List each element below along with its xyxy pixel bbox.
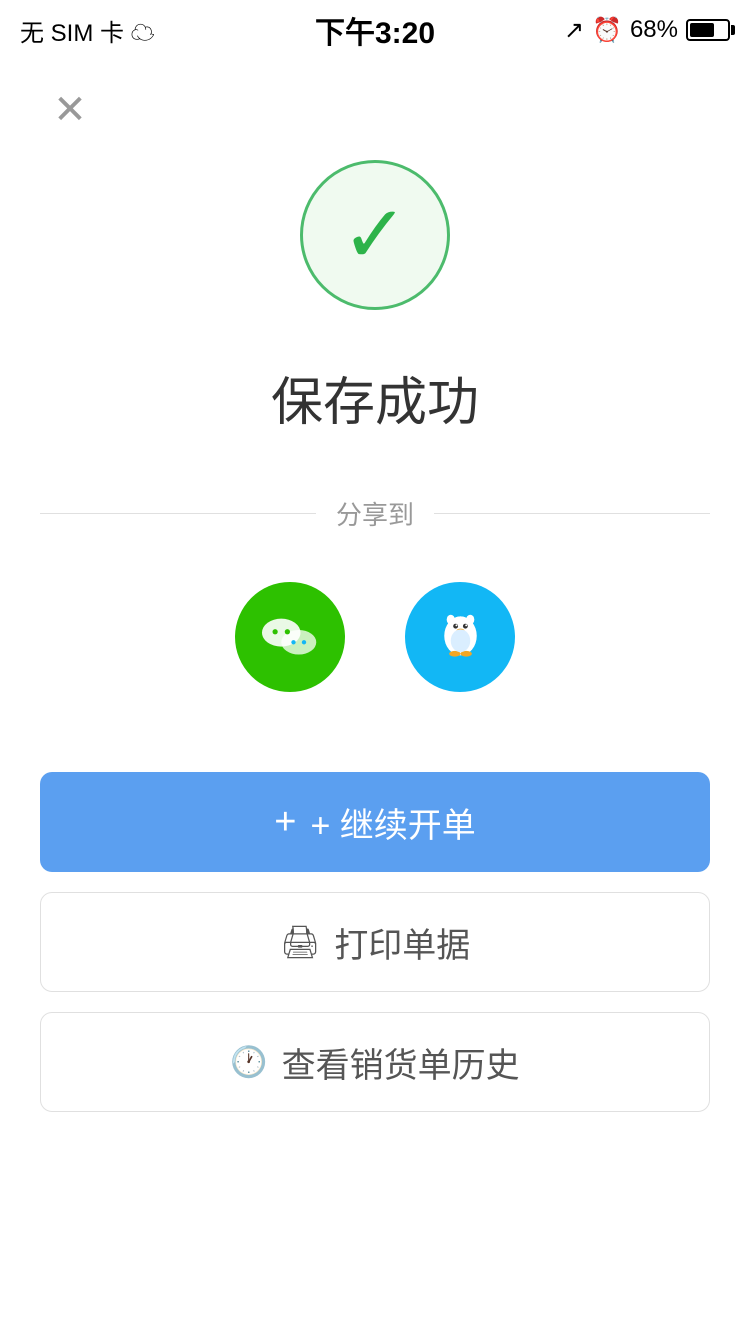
qq-share-button[interactable] [405, 582, 515, 692]
clock-icon: 🕐 [230, 1045, 267, 1080]
share-label: 分享到 [316, 495, 434, 532]
close-button[interactable]: ✕ [40, 80, 100, 140]
status-time: 下午3:20 [315, 8, 435, 52]
wechat-icon [255, 602, 325, 672]
close-icon: ✕ [53, 87, 87, 133]
success-title: 保存成功 [271, 360, 479, 435]
divider-line-right [434, 513, 710, 514]
wechat-share-button[interactable] [235, 582, 345, 692]
gps-icon: ↗ [564, 16, 584, 45]
print-icon: 🖨 [280, 923, 321, 961]
history-label: 查看销货单历史 [282, 1038, 520, 1087]
print-button[interactable]: 🖨 打印单据 [40, 892, 710, 992]
sim-label: 无 SIM 卡 ☁ [20, 13, 155, 48]
share-icons-row [235, 582, 515, 692]
action-buttons: + + 继续开单 🖨 打印单据 🕐 查看销货单历史 [0, 772, 750, 1112]
checkmark-icon: ✓ [341, 195, 408, 275]
status-bar: 无 SIM 卡 ☁ 下午3:20 ↗ ⏰ 68% [0, 0, 750, 60]
battery-icon [686, 19, 730, 41]
battery-label: 68% [630, 16, 678, 44]
plus-icon: + [274, 801, 296, 844]
status-left: 无 SIM 卡 ☁ [20, 13, 155, 48]
continue-button[interactable]: + + 继续开单 [40, 772, 710, 872]
qq-icon [428, 605, 493, 670]
share-divider: 分享到 [0, 495, 750, 532]
print-label: 打印单据 [334, 918, 470, 967]
alarm-icon: ⏰ [592, 16, 622, 45]
divider-line-left [40, 513, 316, 514]
success-circle: ✓ [300, 160, 450, 310]
main-content: ✓ 保存成功 分享到 [0, 60, 750, 1112]
continue-label: + 继续开单 [310, 798, 475, 847]
status-right: ↗ ⏰ 68% [564, 16, 730, 45]
history-button[interactable]: 🕐 查看销货单历史 [40, 1012, 710, 1112]
